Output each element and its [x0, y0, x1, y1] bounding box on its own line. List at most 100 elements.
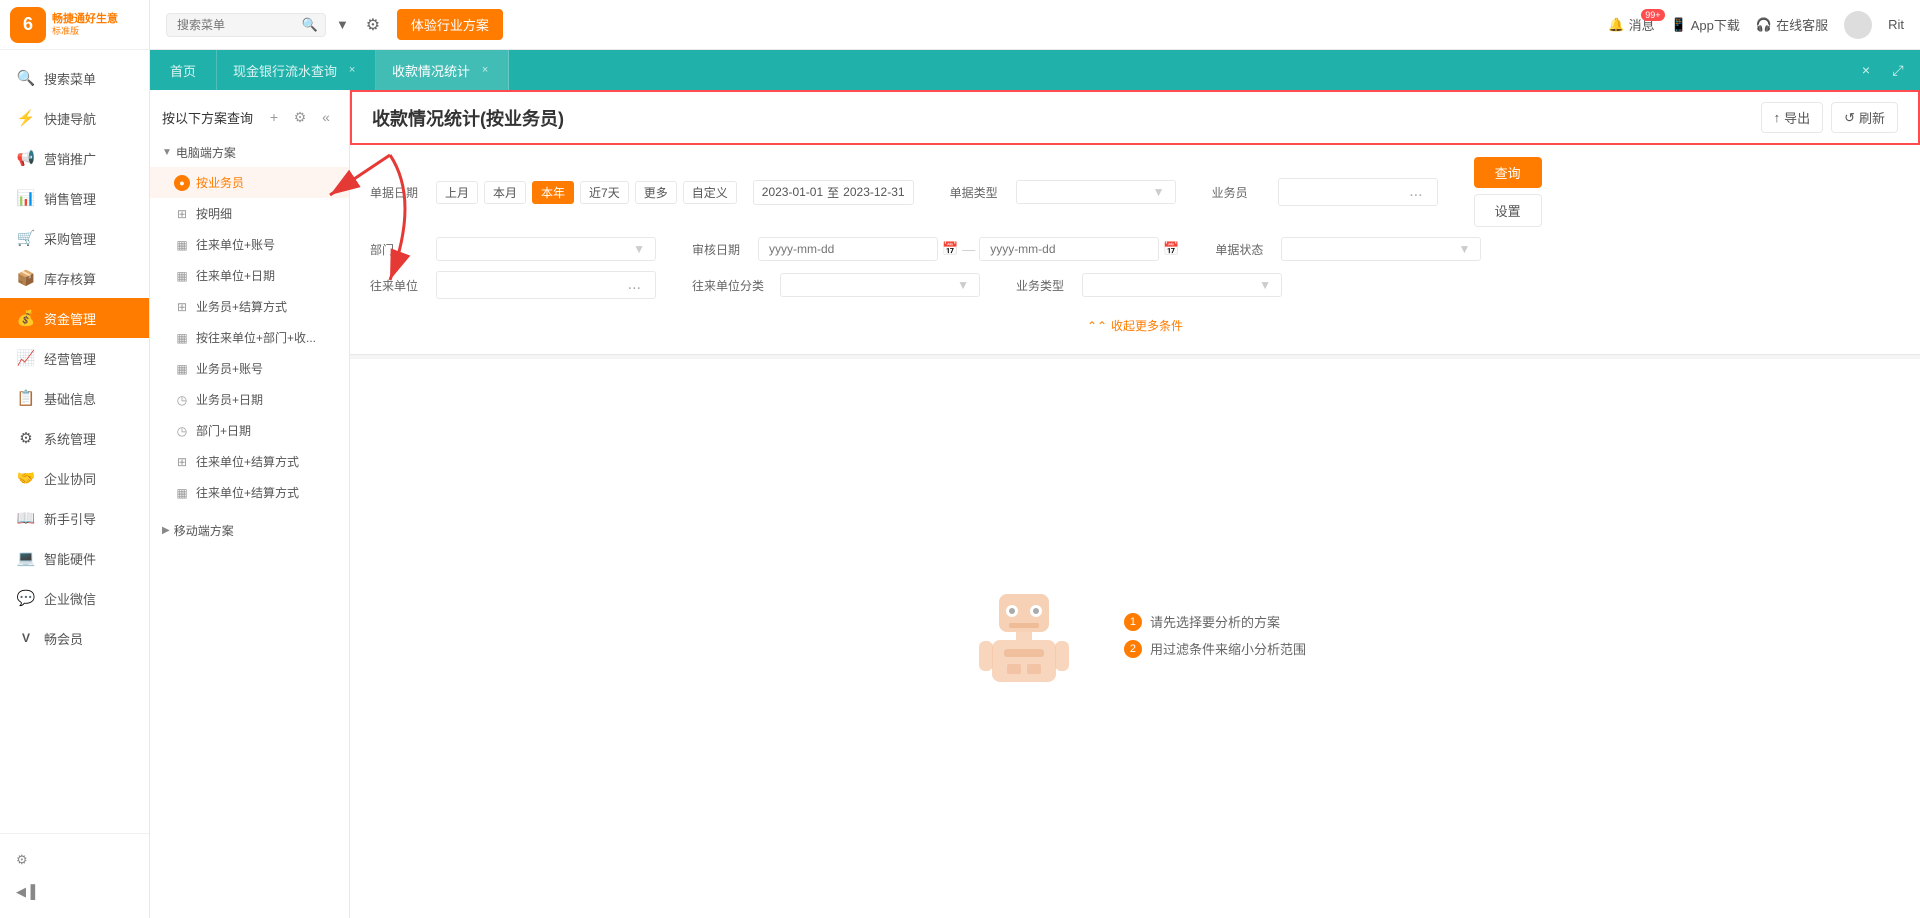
sidebar-item-wechat[interactable]: 💬 企业微信: [0, 578, 149, 618]
online-service-btn[interactable]: 🎧 在线客服: [1756, 15, 1828, 34]
tree-item-partner-account[interactable]: ▦ 往来单位+账号: [150, 229, 349, 260]
basic-info-icon: 📋: [16, 388, 36, 408]
tab-expand-btn[interactable]: ⤢: [1886, 58, 1910, 82]
partner-category-arrow-icon: ▼: [957, 278, 969, 292]
notification-btn[interactable]: 🔔 消息 99+: [1608, 15, 1654, 34]
salesperson-more-btn[interactable]: ...: [1405, 183, 1426, 201]
tree-item-partner-payment2[interactable]: ▦ 往来单位+结算方式: [150, 477, 349, 508]
tree-section-mobile-label[interactable]: ▶ 移动端方案: [150, 516, 349, 545]
doc-type-label: 单据类型: [950, 184, 1000, 201]
sidebar-item-operations[interactable]: 📈 经营管理: [0, 338, 149, 378]
date-btn-more[interactable]: 更多: [635, 181, 677, 204]
tree-section-desktop-label[interactable]: ▼ 电脑端方案: [150, 138, 349, 167]
sidebar-item-collab[interactable]: 🤝 企业协同: [0, 458, 149, 498]
date-btn-last-month[interactable]: 上月: [436, 181, 478, 204]
dept-label: 部门: [370, 241, 420, 258]
doc-status-select[interactable]: ▼: [1281, 237, 1481, 261]
panel-collapse-btn[interactable]: «: [315, 106, 337, 128]
sidebar-item-marketing[interactable]: 📢 营销推广: [0, 138, 149, 178]
review-date-to[interactable]: [979, 237, 1159, 261]
filter-row-2: 部门 ▼ 审核日期 📅 — 📅 单据状: [370, 237, 1900, 261]
search-area: 单据日期 上月 本月 本年 近7天 更多 自定义 2023-01-01 至: [350, 145, 1920, 355]
tab-home[interactable]: 首页: [150, 50, 217, 90]
sidebar-item-search[interactable]: 🔍 搜索菜单: [0, 58, 149, 98]
sidebar-item-system[interactable]: ⚙ 系统管理: [0, 418, 149, 458]
setting-btn[interactable]: 设置: [1474, 194, 1542, 227]
collapse-chevron-icon: ⌃⌃: [1087, 319, 1107, 333]
sidebar-item-inventory[interactable]: 📦 库存核算: [0, 258, 149, 298]
business-type-select[interactable]: ▼: [1082, 273, 1282, 297]
collapse-more-btn[interactable]: ⌃⌃ 收起更多条件: [370, 309, 1900, 342]
service-icon: 🎧: [1756, 17, 1772, 33]
finance-icon: 💰: [16, 308, 36, 328]
partner-payment2-icon: ▦: [174, 485, 190, 501]
page-area: 按以下方案查询 + ⚙ « ▼ 电脑端方案 ●: [150, 90, 1920, 918]
tab-close-bank-flow[interactable]: ×: [345, 63, 359, 77]
refresh-icon: ↺: [1844, 110, 1855, 126]
tree-item-detail[interactable]: ⊞ 按明细: [150, 198, 349, 229]
header-gear-btn[interactable]: ⚙: [359, 11, 387, 39]
tab-close-all-btn[interactable]: ×: [1854, 58, 1878, 82]
doc-type-select[interactable]: ▼: [1016, 180, 1176, 204]
sidebar-menu: 🔍 搜索菜单 ⚡ 快捷导航 📢 营销推广 📊 销售管理 🛒 采购管理 📦: [0, 50, 149, 833]
partner-select[interactable]: ...: [436, 271, 656, 299]
partner-more-btn[interactable]: ...: [624, 276, 645, 294]
sidebar-item-quicknav[interactable]: ⚡ 快捷导航: [0, 98, 149, 138]
dept-select[interactable]: ▼: [436, 237, 656, 261]
sidebar-settings-btn[interactable]: ⚙: [0, 844, 149, 876]
chevron-down-icon: ▼: [336, 17, 349, 32]
salesperson-select[interactable]: ...: [1278, 178, 1438, 206]
app-download-btn[interactable]: 📱 App下载: [1671, 15, 1740, 34]
sidebar-item-guide[interactable]: 📖 新手引导: [0, 498, 149, 538]
detail-icon: ⊞: [174, 206, 190, 222]
tab-bank-flow[interactable]: 现金银行流水查询 ×: [217, 50, 376, 90]
sidebar-item-sales[interactable]: 📊 销售管理: [0, 178, 149, 218]
query-btn[interactable]: 查询: [1474, 157, 1542, 188]
user-avatar[interactable]: [1844, 11, 1872, 39]
refresh-btn[interactable]: ↺ 刷新: [1831, 102, 1898, 133]
sidebar-item-purchase[interactable]: 🛒 采购管理: [0, 218, 149, 258]
tree-item-partner-payment1[interactable]: ⊞ 往来单位+结算方式: [150, 446, 349, 477]
user-name[interactable]: Rit: [1888, 17, 1904, 32]
sidebar-item-finance[interactable]: 💰 资金管理: [0, 298, 149, 338]
panel-add-btn[interactable]: +: [263, 106, 285, 128]
tree-item-salesperson-account[interactable]: ▦ 业务员+账号: [150, 353, 349, 384]
date-separator: —: [962, 242, 975, 257]
quick-nav-icon: ⚡: [16, 108, 36, 128]
tabs-actions: × ⤢: [1854, 58, 1920, 82]
date-btn-this-month[interactable]: 本月: [484, 181, 526, 204]
sidebar-item-member[interactable]: V 畅会员: [0, 618, 149, 658]
page-title-bar: 收款情况统计(按业务员) ↑ 导出 ↺ 刷新: [350, 90, 1920, 145]
partner-category-select[interactable]: ▼: [780, 273, 980, 297]
sidebar-item-basic-info[interactable]: 📋 基础信息: [0, 378, 149, 418]
review-date-from[interactable]: [758, 237, 938, 261]
tab-close-receipt-stats[interactable]: ×: [478, 63, 492, 77]
sidebar-item-hardware[interactable]: 💻 智能硬件: [0, 538, 149, 578]
export-btn[interactable]: ↑ 导出: [1761, 102, 1824, 133]
sidebar-collapse-btn[interactable]: ◀▐: [0, 876, 149, 908]
date-label: 单据日期: [370, 184, 420, 201]
tab-receipt-stats[interactable]: 收款情况统计 ×: [376, 50, 509, 90]
empty-illustration: [964, 589, 1084, 689]
hardware-icon: 💻: [16, 548, 36, 568]
tree-item-partner-dept[interactable]: ▦ 按往来单位+部门+收...: [150, 322, 349, 353]
tree-item-salesperson-date[interactable]: ◷ 业务员+日期: [150, 384, 349, 415]
date-btn-this-year[interactable]: 本年: [532, 181, 574, 204]
search-icon: 🔍: [16, 68, 36, 88]
tree-item-salesperson-payment[interactable]: ⊞ 业务员+结算方式: [150, 291, 349, 322]
panel-gear-btn[interactable]: ⚙: [289, 106, 311, 128]
salesperson-account-icon: ▦: [174, 361, 190, 377]
empty-steps: 1 请先选择要分析的方案 2 用过滤条件来缩小分析范围: [1124, 612, 1306, 666]
robot-svg: [974, 589, 1074, 689]
tree-item-by-salesperson[interactable]: ● 按业务员: [150, 167, 349, 198]
tree-item-dept-date[interactable]: ◷ 部门+日期: [150, 415, 349, 446]
tree-item-partner-date[interactable]: ▦ 往来单位+日期: [150, 260, 349, 291]
date-range-display[interactable]: 2023-01-01 至 2023-12-31: [753, 180, 914, 205]
header-dropdown[interactable]: ▼: [336, 17, 349, 32]
date-btn-7days[interactable]: 近7天: [580, 181, 629, 204]
calendar-icon-2: 📅: [1163, 241, 1179, 257]
trial-btn[interactable]: 体验行业方案: [397, 9, 503, 40]
review-date-group: 📅 — 📅: [758, 237, 1179, 261]
marketing-icon: 📢: [16, 148, 36, 168]
date-btn-custom[interactable]: 自定义: [683, 181, 737, 204]
